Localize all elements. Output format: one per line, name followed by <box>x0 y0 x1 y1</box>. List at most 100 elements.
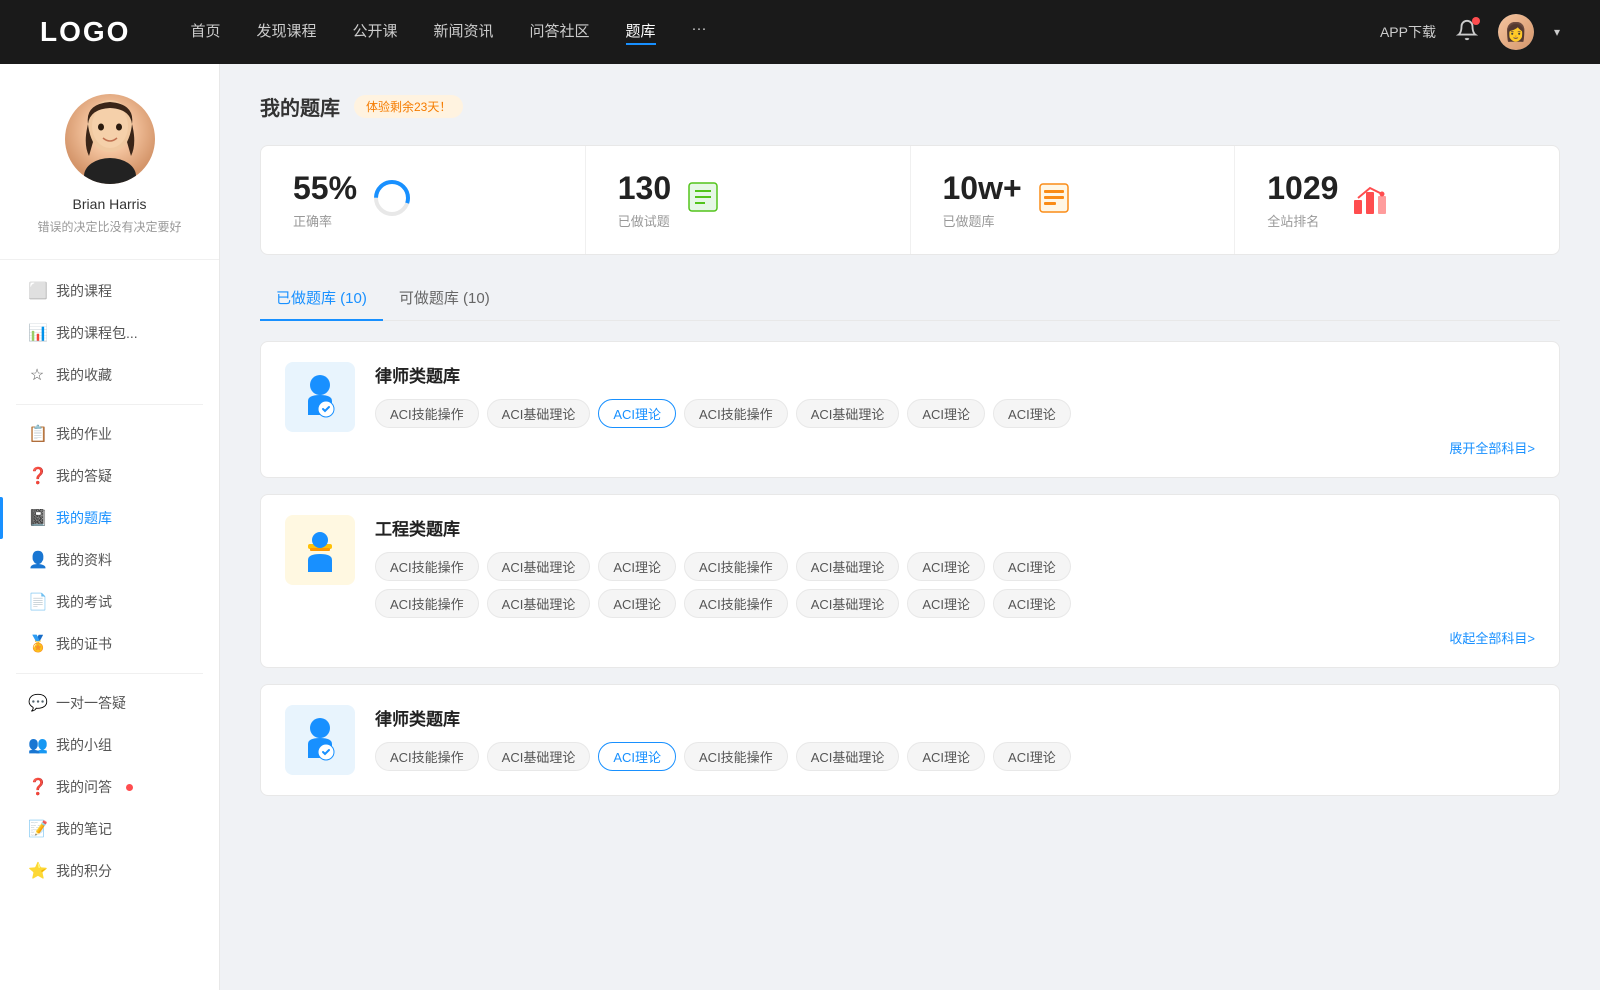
course-pack-icon: 📊 <box>28 323 46 343</box>
page-header: 我的题库 体验剩余23天！ <box>260 92 1560 121</box>
qbank-tag-highlighted[interactable]: ACI理论 <box>598 399 676 428</box>
qbank-tag[interactable]: ACI技能操作 <box>684 742 788 771</box>
nav-item-home[interactable]: 首页 <box>190 20 220 45</box>
nav-item-news[interactable]: 新闻资讯 <box>434 20 494 45</box>
qbank-tag[interactable]: ACI理论 <box>598 552 676 581</box>
questions-icon <box>685 179 721 222</box>
qbank-info: 工程类题库 ACI技能操作 ACI基础理论 ACI理论 ACI技能操作 ACI基… <box>375 515 1535 647</box>
qbank-tag[interactable]: ACI理论 <box>907 742 985 771</box>
tab-done-banks[interactable]: 已做题库 (10) <box>260 279 383 320</box>
qbank-name: 律师类题库 <box>375 705 1535 730</box>
stat-done-questions-text: 130 已做试题 <box>618 170 671 230</box>
qa-badge-dot <box>126 784 133 791</box>
sidebar-item-homework[interactable]: 📋 我的作业 <box>0 413 219 455</box>
qbank-tag[interactable]: ACI技能操作 <box>375 742 479 771</box>
qbank-tag[interactable]: ACI基础理论 <box>796 399 900 428</box>
sidebar-item-group[interactable]: 👥 我的小组 <box>0 724 219 766</box>
qbank-tag[interactable]: ACI理论 <box>907 589 985 618</box>
qbank-tag[interactable]: ACI基础理论 <box>487 742 591 771</box>
sidebar-item-qbank[interactable]: 📓 我的题库 <box>0 497 219 539</box>
qbank-tag[interactable]: ACI技能操作 <box>375 589 479 618</box>
certificate-icon: 🏅 <box>28 634 46 654</box>
qbank-tag-highlighted[interactable]: ACI理论 <box>598 742 676 771</box>
ranking-icon <box>1352 180 1388 221</box>
notification-bell[interactable] <box>1456 19 1478 46</box>
qbank-tag[interactable]: ACI基础理论 <box>796 589 900 618</box>
qbank-tag[interactable]: ACI基础理论 <box>796 552 900 581</box>
sidebar-item-my-courses[interactable]: ⬜ 我的课程 <box>0 270 219 312</box>
qbank-tag[interactable]: ACI理论 <box>993 552 1071 581</box>
avatar-image <box>65 94 155 184</box>
qbank-info: 律师类题库 ACI技能操作 ACI基础理论 ACI理论 ACI技能操作 ACI基… <box>375 362 1535 457</box>
qbank-tag[interactable]: ACI理论 <box>993 399 1071 428</box>
sidebar-item-label: 我的证书 <box>56 634 112 654</box>
sidebar-item-label: 我的作业 <box>56 424 112 444</box>
sidebar-item-course-pack[interactable]: 📊 我的课程包... <box>0 312 219 354</box>
user-menu-arrow[interactable]: ▾ <box>1554 25 1560 39</box>
qbank-tags-row2: ACI技能操作 ACI基础理论 ACI理论 ACI技能操作 ACI基础理论 AC… <box>375 589 1535 618</box>
qbank-tag[interactable]: ACI技能操作 <box>375 552 479 581</box>
qbank-card-header: 律师类题库 ACI技能操作 ACI基础理论 ACI理论 ACI技能操作 ACI基… <box>285 362 1535 457</box>
qbank-icon: 📓 <box>28 508 46 528</box>
qbank-lawyer-icon <box>285 362 355 432</box>
qbank-tags: ACI技能操作 ACI基础理论 ACI理论 ACI技能操作 ACI基础理论 AC… <box>375 399 1535 428</box>
stat-accuracy-label: 正确率 <box>293 211 357 230</box>
nav-item-open-course[interactable]: 公开课 <box>352 20 397 45</box>
question-icon: ❓ <box>28 466 46 486</box>
sidebar-item-label: 我的答疑 <box>56 466 112 486</box>
points-icon: ⭐ <box>28 861 46 881</box>
qbank-tag[interactable]: ACI理论 <box>907 552 985 581</box>
sidebar-item-label: 我的笔记 <box>56 819 112 839</box>
sidebar-item-questions[interactable]: ❓ 我的答疑 <box>0 455 219 497</box>
stat-accuracy: 55% 正确率 <box>261 146 586 254</box>
nav-item-qbank[interactable]: 题库 <box>626 20 656 45</box>
sidebar-item-notes[interactable]: 📝 我的笔记 <box>0 808 219 850</box>
qbank-tag[interactable]: ACI基础理论 <box>487 399 591 428</box>
nav-item-more[interactable]: ··· <box>692 20 707 45</box>
sidebar-item-favorites[interactable]: ☆ 我的收藏 <box>0 354 219 396</box>
qbank-name: 工程类题库 <box>375 515 1535 540</box>
sidebar-item-one-on-one[interactable]: 💬 一对一答疑 <box>0 682 219 724</box>
app-download-link[interactable]: APP下载 <box>1380 22 1436 42</box>
sidebar: Brian Harris 错误的决定比没有决定要好 ⬜ 我的课程 📊 我的课程包… <box>0 64 220 990</box>
qbank-tag[interactable]: ACI技能操作 <box>684 589 788 618</box>
sidebar-item-points[interactable]: ⭐ 我的积分 <box>0 850 219 892</box>
stat-done-questions-value: 130 <box>618 170 671 207</box>
stat-ranking: 1029 全站排名 <box>1235 146 1559 254</box>
qbank-tag[interactable]: ACI技能操作 <box>684 399 788 428</box>
nav-item-qa[interactable]: 问答社区 <box>530 20 590 45</box>
sidebar-item-certificate[interactable]: 🏅 我的证书 <box>0 623 219 665</box>
qbank-card-header: 律师类题库 ACI技能操作 ACI基础理论 ACI理论 ACI技能操作 ACI基… <box>285 705 1535 775</box>
user-motto: 错误的决定比没有决定要好 <box>20 218 199 235</box>
sidebar-item-label: 我的收藏 <box>56 365 112 385</box>
sidebar-item-profile[interactable]: 👤 我的资料 <box>0 539 219 581</box>
star-icon: ☆ <box>28 365 46 385</box>
collapse-link[interactable]: 收起全部科目> <box>375 628 1535 647</box>
divider-2 <box>16 673 203 674</box>
expand-link[interactable]: 展开全部科目> <box>375 438 1535 457</box>
qbank-tag[interactable]: ACI理论 <box>598 589 676 618</box>
qbank-tag[interactable]: ACI技能操作 <box>375 399 479 428</box>
sidebar-menu: ⬜ 我的课程 📊 我的课程包... ☆ 我的收藏 📋 我的作业 ❓ 我的答疑 📓 <box>0 260 219 902</box>
page-title: 我的题库 <box>260 92 340 121</box>
profile-icon: 👤 <box>28 550 46 570</box>
qbank-tag[interactable]: ACI理论 <box>993 742 1071 771</box>
stat-ranking-value: 1029 <box>1267 170 1338 207</box>
qbank-tag[interactable]: ACI基础理论 <box>487 589 591 618</box>
tab-available-banks[interactable]: 可做题库 (10) <box>383 279 506 320</box>
qbank-list: 律师类题库 ACI技能操作 ACI基础理论 ACI理论 ACI技能操作 ACI基… <box>260 341 1560 812</box>
qbank-tags-row1: ACI技能操作 ACI基础理论 ACI理论 ACI技能操作 ACI基础理论 AC… <box>375 552 1535 581</box>
user-avatar[interactable]: 👩 <box>1498 14 1534 50</box>
qbank-card-lawyer-2: 律师类题库 ACI技能操作 ACI基础理论 ACI理论 ACI技能操作 ACI基… <box>260 684 1560 796</box>
sidebar-item-my-qa[interactable]: ❓ 我的问答 <box>0 766 219 808</box>
navbar-logo[interactable]: LOGO <box>40 16 130 48</box>
sidebar-item-exam[interactable]: 📄 我的考试 <box>0 581 219 623</box>
qbank-tag[interactable]: ACI基础理论 <box>487 552 591 581</box>
qbank-tag[interactable]: ACI理论 <box>907 399 985 428</box>
qbank-tag[interactable]: ACI基础理论 <box>796 742 900 771</box>
qbank-tag[interactable]: ACI技能操作 <box>684 552 788 581</box>
sidebar-avatar <box>65 94 155 184</box>
navbar-right: APP下载 👩 ▾ <box>1380 14 1560 50</box>
qbank-tag[interactable]: ACI理论 <box>993 589 1071 618</box>
nav-item-discover[interactable]: 发现课程 <box>256 20 316 45</box>
